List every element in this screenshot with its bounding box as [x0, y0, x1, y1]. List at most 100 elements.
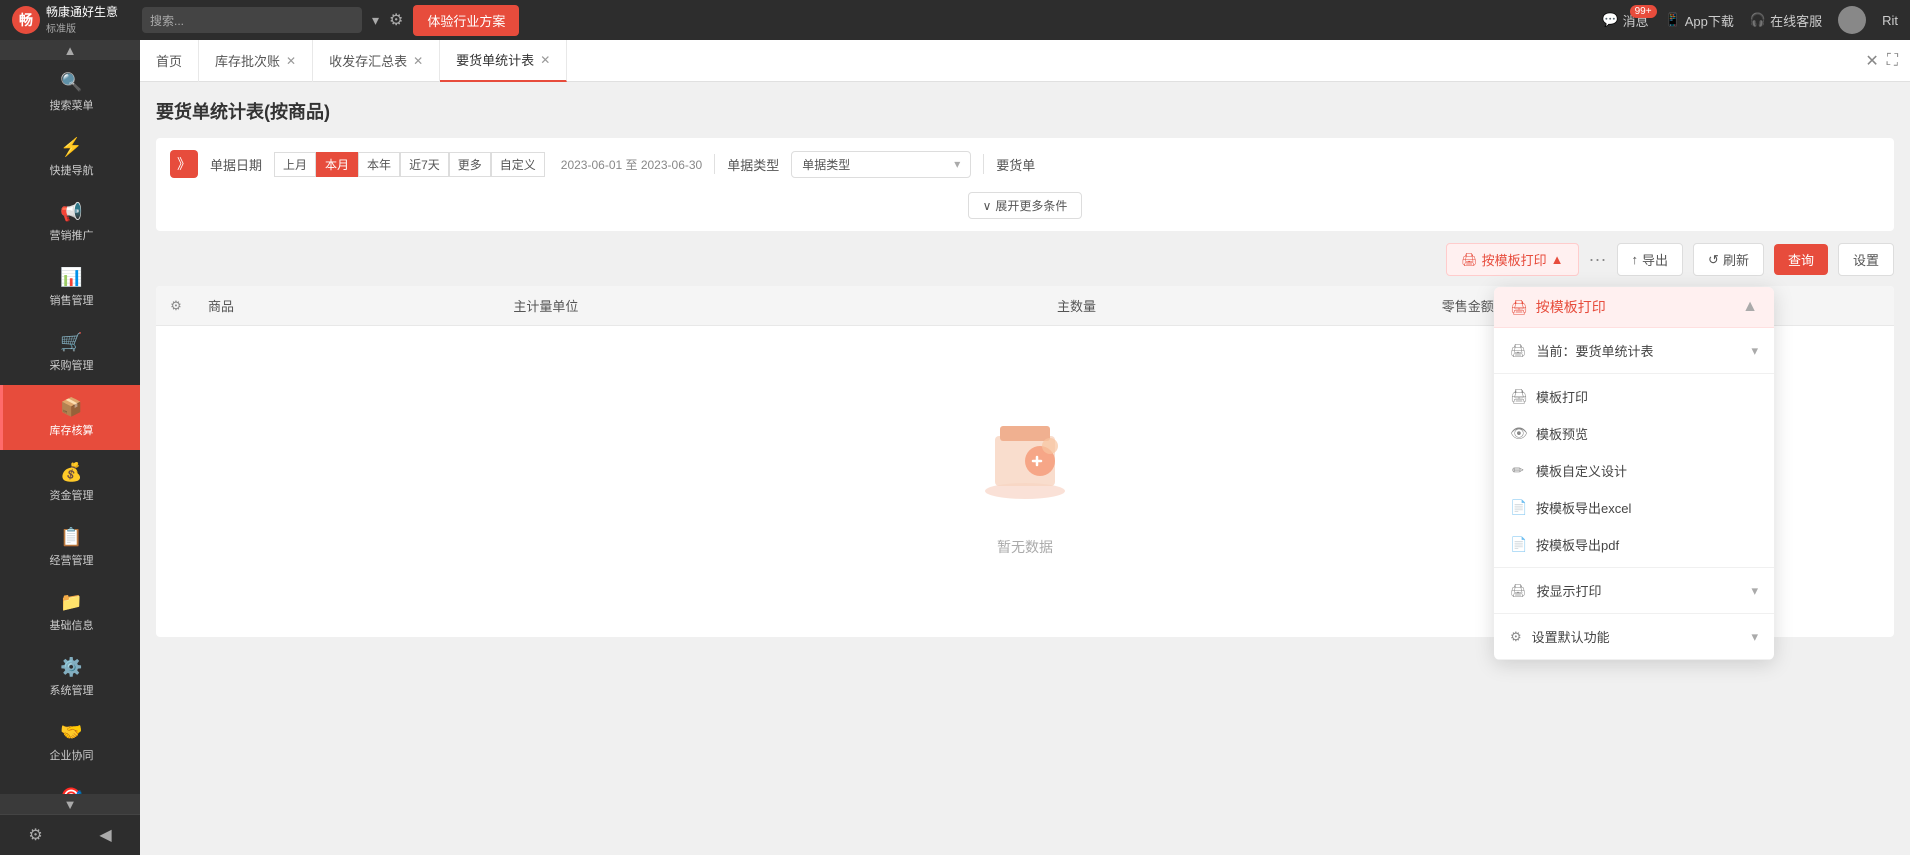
sidebar-item-marketing[interactable]: 📢 营销推广 [0, 190, 140, 255]
query-button[interactable]: 查询 [1774, 244, 1828, 275]
online-service-button[interactable]: 🎧 在线客服 [1750, 11, 1822, 30]
sidebar-scroll-down[interactable]: ▼ [0, 794, 140, 814]
sidebar-item-cooperation[interactable]: 🤝 企业协同 [0, 710, 140, 775]
top-bar: 畅 畅康通好生意 标准版 搜索... ▾ ⚙ 体验行业方案 💬 消息 99+ 📱… [0, 0, 1910, 40]
sidebar-item-inventory[interactable]: 📦 库存核算 [0, 385, 140, 450]
dropdown-template-preview[interactable]: 👁 模板预览 [1494, 415, 1774, 452]
tab-close-all-icon[interactable]: ✕ [1865, 51, 1878, 71]
date-btn-last-month[interactable]: 上月 [274, 152, 316, 177]
settings-button[interactable]: 设置 [1838, 243, 1894, 276]
doc-type-select[interactable]: 单据类型 ▾ [791, 151, 971, 178]
app-title: 畅康通好生意 [46, 5, 118, 19]
dropdown-close-icon[interactable]: ▲ [1742, 298, 1758, 316]
dropdown-default-func[interactable]: ⚙ 设置默认功能 ▾ [1494, 618, 1774, 655]
sidebar-item-basic[interactable]: 📁 基础信息 [0, 580, 140, 645]
toolbar: 🖨 按模板打印 ▲ ··· ↑ 导出 ↺ 刷新 查询 设置 [156, 243, 1894, 276]
doc-type-label: 单据类型 [727, 155, 779, 174]
user-avatar [1838, 6, 1866, 34]
search-icon: 🔍 [60, 72, 82, 93]
requisition-label: 要货单 [996, 155, 1035, 174]
dropdown-display-print[interactable]: 🖨 按显示打印 ▾ [1494, 572, 1774, 609]
date-btn-more[interactable]: 更多 [449, 152, 491, 177]
expand-more-button[interactable]: ∨ 展开更多条件 [968, 192, 1083, 219]
refresh-icon: ↺ [1708, 252, 1719, 268]
template-preview-icon: 👁 [1510, 425, 1526, 442]
col-quantity: 主数量 [1045, 286, 1430, 326]
inventory-icon: 📦 [60, 397, 82, 418]
filter-separator [714, 154, 715, 174]
date-btn-custom[interactable]: 自定义 [491, 152, 545, 177]
empty-text: 暂无数据 [997, 537, 1053, 557]
search-dropdown-icon[interactable]: ▾ [372, 12, 379, 29]
current-template-arrow: ▾ [1751, 343, 1758, 359]
messages-button[interactable]: 💬 消息 99+ [1602, 11, 1648, 30]
finance-icon: 💰 [60, 462, 82, 483]
print-button[interactable]: 🖨 按模板打印 ▲ [1446, 243, 1578, 276]
default-func-arrow: ▾ [1751, 629, 1758, 645]
print-menu-icon: 🖨 [1510, 299, 1528, 316]
template-print-icon: 🖨 [1510, 388, 1526, 405]
app-download-button[interactable]: 📱 App下载 [1665, 11, 1734, 30]
guide-icon: 🎯 [60, 787, 82, 794]
dropdown-template-print[interactable]: 🖨 模板打印 [1494, 378, 1774, 415]
sidebar-item-operation[interactable]: 📋 经营管理 [0, 515, 140, 580]
tabs-right-controls: ✕ ⛶ [1865, 51, 1910, 71]
tab-collection-close[interactable]: ✕ [413, 54, 423, 68]
top-bar-right: 💬 消息 99+ 📱 App下载 🎧 在线客服 Rit [1602, 6, 1898, 34]
main-layout: ▲ 🔍 搜索菜单 ⚡ 快捷导航 📢 营销推广 📊 销售管理 🛒 采购管理 [0, 40, 1910, 855]
sidebar-item-guide[interactable]: 🎯 新手引导 [0, 775, 140, 794]
print-dropdown-arrow: ▲ [1551, 252, 1564, 267]
tab-requisition[interactable]: 要货单统计表 ✕ [440, 40, 567, 82]
user-avatar-button[interactable] [1838, 6, 1866, 34]
sidebar-item-system[interactable]: ⚙️ 系统管理 [0, 645, 140, 710]
sidebar-items: 🔍 搜索菜单 ⚡ 快捷导航 📢 营销推广 📊 销售管理 🛒 采购管理 📦 [0, 60, 140, 794]
sidebar-collapse-icon[interactable]: ◀ [99, 825, 111, 845]
col-settings[interactable]: ⚙ [156, 286, 196, 326]
basic-icon: 📁 [60, 592, 82, 613]
logo-text: 畅康通好生意 标准版 [46, 5, 118, 34]
sidebar: ▲ 🔍 搜索菜单 ⚡ 快捷导航 📢 营销推广 📊 销售管理 🛒 采购管理 [0, 40, 140, 855]
sidebar-item-search[interactable]: 🔍 搜索菜单 [0, 60, 140, 125]
dropdown-default-func-section: ⚙ 设置默认功能 ▾ [1494, 614, 1774, 660]
marketing-icon: 📢 [60, 202, 82, 223]
shortcut-icon: ⚡ [60, 137, 82, 158]
trial-button[interactable]: 体验行业方案 [413, 5, 519, 36]
date-btn-this-month[interactable]: 本月 [316, 152, 358, 177]
sidebar-item-shortcut[interactable]: ⚡ 快捷导航 [0, 125, 140, 190]
sidebar-item-sales[interactable]: 📊 销售管理 [0, 255, 140, 320]
tab-batch-close[interactable]: ✕ [286, 54, 296, 68]
dropdown-current-section: 🖨 当前：要货单统计表 ▾ [1494, 328, 1774, 374]
sidebar-settings-icon[interactable]: ⚙ [28, 825, 42, 845]
empty-icon [965, 406, 1085, 525]
tab-requisition-close[interactable]: ✕ [540, 53, 550, 67]
tab-expand-icon[interactable]: ⛶ [1887, 52, 1898, 70]
print-icon: 🖨 [1461, 252, 1478, 268]
sidebar-item-purchase[interactable]: 🛒 采购管理 [0, 320, 140, 385]
template-pdf-icon: 📄 [1510, 536, 1526, 553]
tab-home[interactable]: 首页 [140, 40, 199, 82]
app-logo: 畅 畅康通好生意 标准版 [12, 5, 132, 34]
template-excel-icon: 📄 [1510, 499, 1526, 516]
download-icon: 📱 [1665, 12, 1681, 28]
logo-icon: 畅 [12, 6, 40, 34]
more-actions-icon[interactable]: ··· [1589, 249, 1607, 270]
dropdown-template-pdf[interactable]: 📄 按模板导出pdf [1494, 526, 1774, 563]
date-btn-7days[interactable]: 近7天 [400, 152, 449, 177]
tab-collection[interactable]: 收发存汇总表 ✕ [313, 40, 440, 82]
top-settings-icon[interactable]: ⚙ [389, 10, 403, 30]
export-button[interactable]: ↑ 导出 [1617, 243, 1684, 276]
doc-type-dropdown-icon: ▾ [954, 157, 960, 171]
sidebar-item-finance[interactable]: 💰 资金管理 [0, 450, 140, 515]
dropdown-template-design[interactable]: ✏ 模板自定义设计 [1494, 452, 1774, 489]
sidebar-scroll-up[interactable]: ▲ [0, 40, 140, 60]
col-product: 商品 [196, 286, 501, 326]
page-content: 要货单统计表(按商品) 》 单据日期 上月 本月 本年 近7天 更多 自定义 2… [140, 82, 1910, 855]
tab-batch[interactable]: 库存批次账 ✕ [199, 40, 313, 82]
filter-expand-button[interactable]: 》 [170, 150, 198, 178]
dropdown-current-item[interactable]: 🖨 当前：要货单统计表 ▾ [1494, 332, 1774, 369]
dropdown-template-excel[interactable]: 📄 按模板导出excel [1494, 489, 1774, 526]
date-btn-this-year[interactable]: 本年 [358, 152, 400, 177]
print-dropdown-menu: 🖨 按模板打印 ▲ 🖨 当前：要货单统计表 ▾ [1494, 287, 1774, 660]
refresh-button[interactable]: ↺ 刷新 [1693, 243, 1764, 276]
column-settings-icon[interactable]: ⚙ [170, 298, 182, 313]
